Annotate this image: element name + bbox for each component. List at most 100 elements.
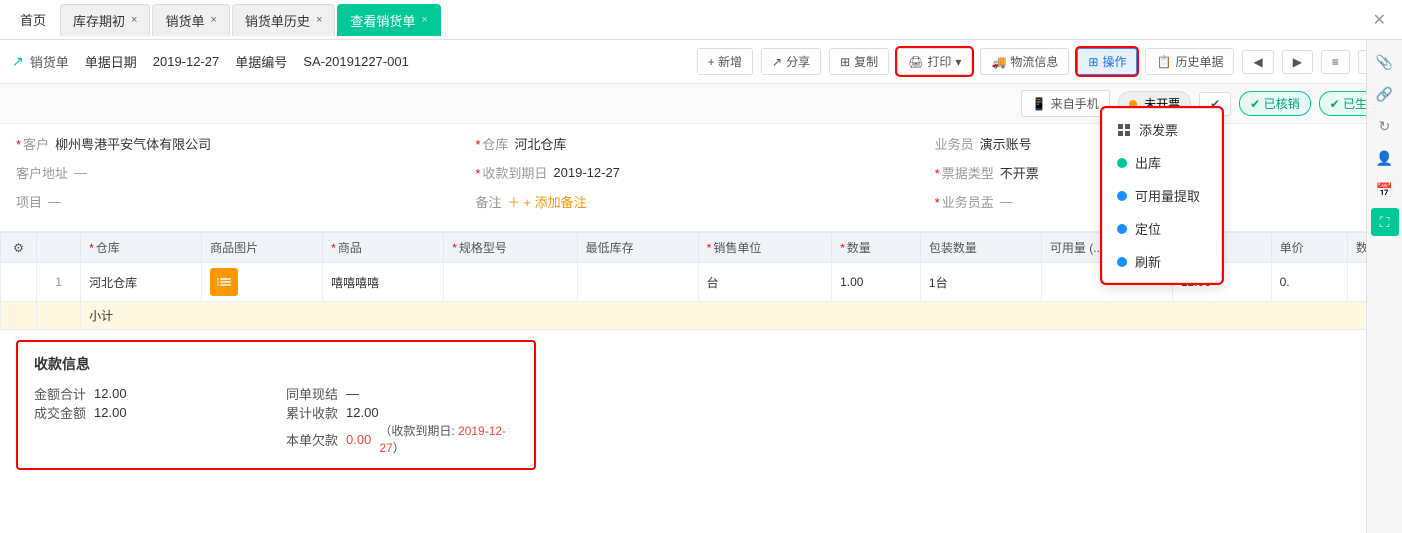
- print-button[interactable]: 🖨 打印 ▾: [897, 48, 972, 75]
- mobile-icon: 📱: [1032, 97, 1047, 111]
- operation-button[interactable]: ⊞ 操作: [1077, 48, 1137, 75]
- nav-prev-button[interactable]: ◀: [1242, 50, 1273, 74]
- staff-label: 业务员: [935, 134, 974, 153]
- not-opened-dot: [1129, 100, 1137, 108]
- from-mobile-button[interactable]: 📱 来自手机: [1021, 90, 1110, 117]
- col-sales-unit: *销售单位: [698, 233, 831, 263]
- add-note-icon: ＋: [507, 192, 520, 211]
- right-icon-user[interactable]: 👤: [1371, 144, 1399, 172]
- note-label: 备注: [475, 192, 501, 211]
- print-label: 打印: [927, 53, 951, 70]
- dropdown-available-qty[interactable]: 可用量提取: [1103, 179, 1221, 212]
- main-area: ↗ 销货单 单据日期 2019-12-27 单据编号 SA-20191227-0…: [0, 40, 1402, 533]
- print-icon: 🖨: [908, 55, 923, 69]
- history-icon: 📋: [1156, 55, 1171, 69]
- new-button[interactable]: + 新增: [697, 48, 753, 75]
- col-settings[interactable]: ⚙: [1, 233, 37, 263]
- outbound-dot: [1117, 158, 1127, 168]
- dropdown-locate[interactable]: 定位: [1103, 212, 1221, 245]
- same-order-row: 同单现结 —: [286, 384, 518, 403]
- print-dropdown-arrow: ▾: [955, 55, 961, 69]
- history-button[interactable]: 📋 历史单据: [1145, 48, 1234, 75]
- transaction-amount-row: 成交金额 12.00: [34, 403, 266, 422]
- available-qty-label: 可用量提取: [1135, 186, 1200, 205]
- tab-sales-order-close[interactable]: ×: [210, 14, 216, 26]
- row-settings-cell: [1, 263, 37, 302]
- dropdown-add-invoice[interactable]: 添发票: [1103, 113, 1221, 146]
- tab-view-sales[interactable]: 查看销货单 ×: [337, 4, 440, 36]
- amount-total-row: 金额合计 12.00: [34, 384, 266, 403]
- warehouse-label: 仓库: [475, 134, 508, 153]
- dropdown-refresh[interactable]: 刷新: [1103, 245, 1221, 278]
- same-order-label: 同单现结: [286, 384, 338, 403]
- row-num-cell: 1: [37, 263, 81, 302]
- doc-type-icon: ↗: [12, 53, 24, 70]
- row-pack-qty-cell: 1台: [920, 263, 1041, 302]
- doc-header: ↗ 销货单 单据日期 2019-12-27 单据编号 SA-20191227-0…: [0, 40, 1402, 84]
- tab-sales-history[interactable]: 销货单历史 ×: [232, 4, 335, 36]
- address-group: 客户地址 —: [16, 163, 467, 182]
- payment-date-label: 收款到期日: [475, 163, 547, 182]
- tab-bar: 首页 库存期初 × 销货单 × 销货单历史 × 查看销货单 × ✕: [0, 0, 1402, 40]
- note-group: 备注 ＋ + 添加备注: [475, 192, 926, 211]
- tab-home[interactable]: 首页: [8, 4, 58, 36]
- subtotal-label-cell: 小计: [81, 302, 1402, 330]
- cumulative-label: 累计收款: [286, 403, 338, 422]
- right-icon-expand[interactable]: ⛶: [1371, 208, 1399, 236]
- col-pack-qty: 包装数量: [920, 233, 1041, 263]
- refresh-dot: [1117, 257, 1127, 267]
- product-image: [210, 268, 238, 296]
- right-icon-rotate[interactable]: ↻: [1371, 112, 1399, 140]
- from-mobile-label: 来自手机: [1051, 95, 1099, 112]
- right-icon-link[interactable]: 🔗: [1371, 80, 1399, 108]
- nav-next-button[interactable]: ▶: [1282, 50, 1313, 74]
- view-list-button[interactable]: ≡: [1321, 50, 1350, 74]
- doc-type-label: 销货单: [30, 52, 69, 71]
- same-order-value: —: [346, 386, 359, 401]
- row-product-cell: 嘻嘻嘻嘻: [323, 263, 444, 302]
- row-spec-cell: [444, 263, 577, 302]
- right-icon-attachment[interactable]: 📎: [1371, 48, 1399, 76]
- tab-inventory-init[interactable]: 库存期初 ×: [60, 4, 150, 36]
- payment-info-title: 收款信息: [34, 354, 518, 374]
- row-quantity-cell: 1.00: [832, 263, 921, 302]
- warehouse-value: 河北仓库: [514, 134, 566, 153]
- ticket-type-value: 不开票: [1000, 163, 1039, 182]
- verified-label: 已核销: [1264, 97, 1300, 111]
- project-label: 项目: [16, 192, 42, 211]
- share-button[interactable]: ↗ 分享: [761, 48, 821, 75]
- right-icon-calendar[interactable]: 📅: [1371, 176, 1399, 204]
- tab-inventory-init-close[interactable]: ×: [131, 14, 137, 26]
- address-label: 客户地址: [16, 163, 68, 182]
- row-product-img-cell: [202, 263, 323, 302]
- col-unit-price: 单价: [1271, 233, 1347, 263]
- cumulative-value: 12.00: [346, 405, 379, 420]
- window-close-button[interactable]: ✕: [1365, 10, 1394, 30]
- tab-view-sales-close[interactable]: ×: [421, 14, 427, 26]
- row-min-stock-cell: [577, 263, 698, 302]
- doc-date-label: 单据日期: [85, 52, 137, 71]
- share-label: 分享: [786, 53, 810, 70]
- col-num: [37, 233, 81, 263]
- payment-info-box: 收款信息 金额合计 12.00 成交金额 12.00 同单现结 —: [16, 340, 536, 470]
- payment-info-grid: 金额合计 12.00 成交金额 12.00 同单现结 — 累计收款: [34, 384, 518, 456]
- add-invoice-label: 添发票: [1139, 120, 1178, 139]
- copy-label: 复制: [854, 53, 878, 70]
- tab-sales-history-close[interactable]: ×: [316, 14, 322, 26]
- col-product-img: 商品图片: [202, 233, 323, 263]
- add-note-button[interactable]: ＋ + 添加备注: [507, 192, 586, 211]
- balance-note: （收款到期日: 2019-12-27）: [379, 422, 518, 456]
- tab-sales-order[interactable]: 销货单 ×: [152, 4, 229, 36]
- dropdown-outbound[interactable]: 出库: [1103, 146, 1221, 179]
- verified-button[interactable]: ✔ 已核销: [1239, 91, 1310, 116]
- effective-icon: ✔: [1330, 97, 1340, 111]
- warehouse-group: 仓库 河北仓库: [475, 134, 926, 153]
- refresh-label: 刷新: [1135, 252, 1161, 271]
- history-label: 历史单据: [1175, 53, 1223, 70]
- copy-button[interactable]: ⊞ 复制: [829, 48, 889, 75]
- share-icon: ↗: [772, 55, 782, 69]
- logistics-button[interactable]: 🚚 物流信息: [980, 48, 1069, 75]
- doc-toolbar: + 新增 ↗ 分享 ⊞ 复制 🖨 打印 ▾ 🚚 物流信息: [697, 48, 1390, 75]
- operation-icon: ⊞: [1088, 55, 1098, 69]
- col-min-stock: 最低库存: [577, 233, 698, 263]
